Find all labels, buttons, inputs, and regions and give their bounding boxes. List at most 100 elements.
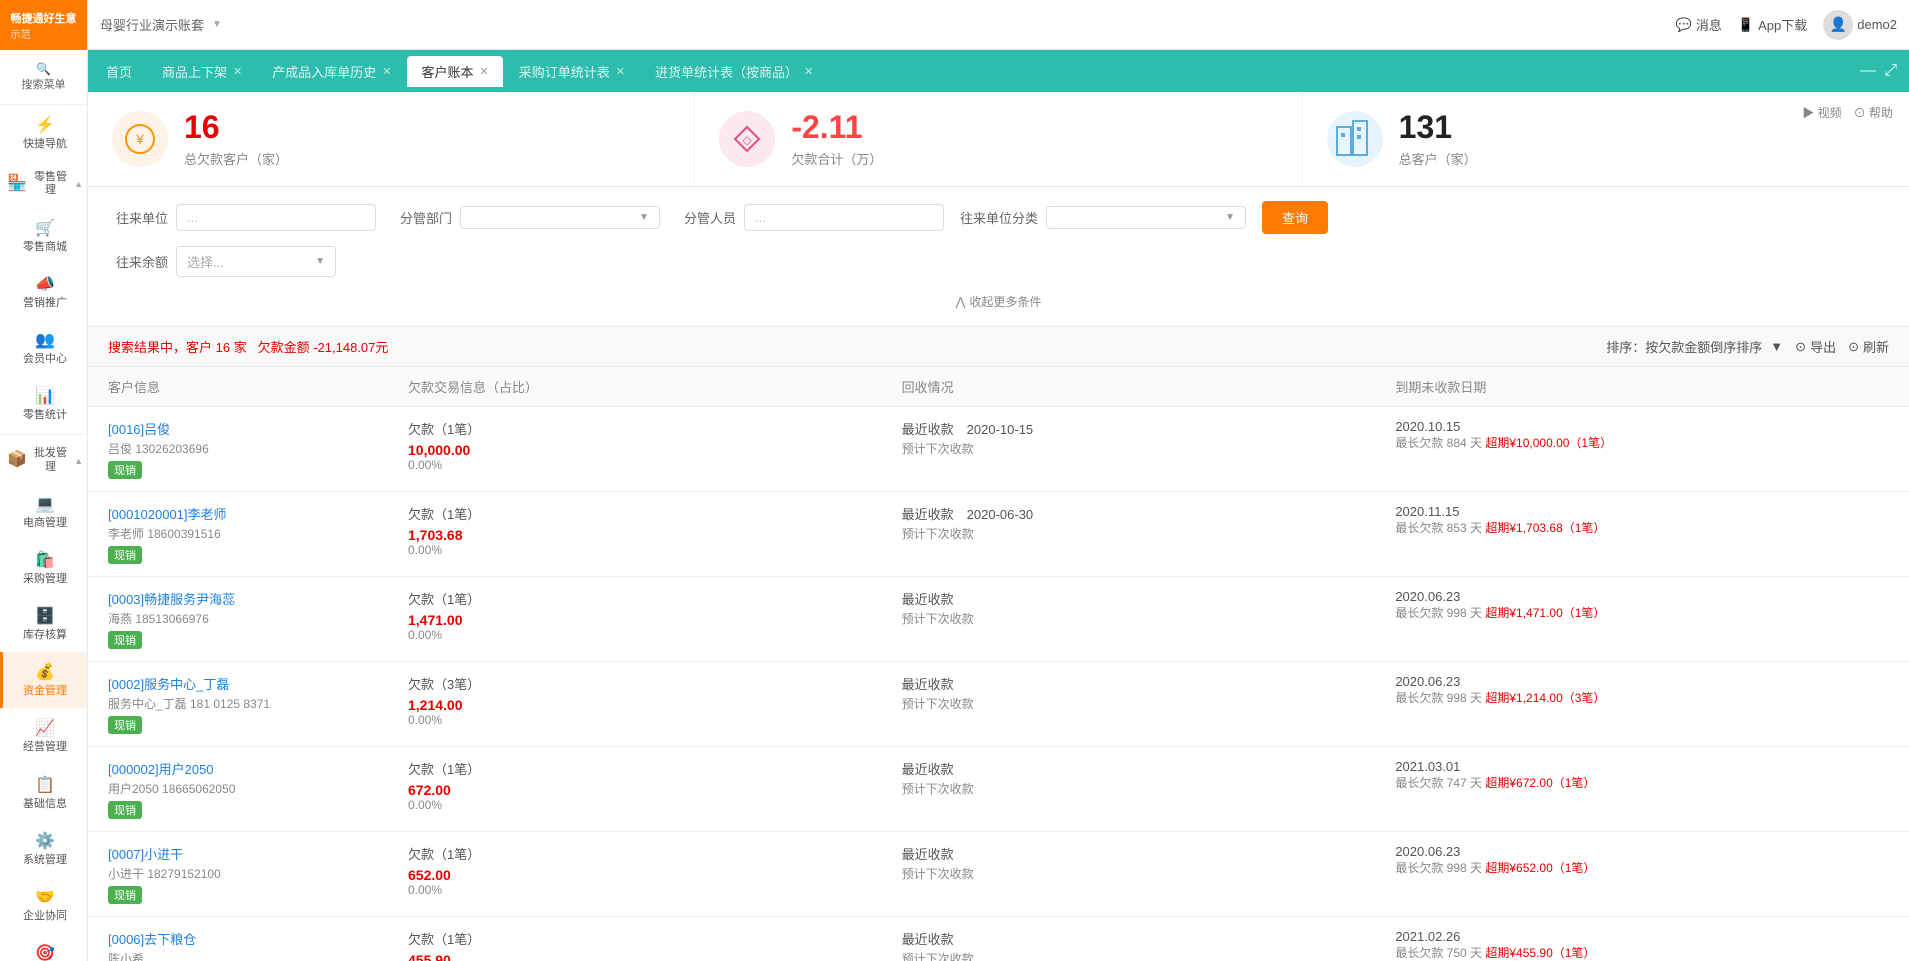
purchase-icon: 🛍️ — [35, 550, 55, 570]
customer-name-link-4[interactable]: [000002]用户2050 — [108, 762, 214, 777]
tab-product-history[interactable]: 产成品入库单历史 ✕ — [258, 56, 405, 87]
overdue-amount-1[interactable]: 超期¥1,703.68（1笔） — [1485, 521, 1605, 535]
sidebar-item-retail-mgmt[interactable]: 🏪 零售管理 ▲ — [0, 161, 87, 207]
search-menu-button[interactable]: 🔍 搜索菜单 — [6, 58, 81, 96]
overdue-amount-0[interactable]: 超期¥10,000.00（1笔） — [1485, 436, 1612, 450]
sidebar-item-ecommerce[interactable]: 💻 电商管理 — [0, 484, 87, 540]
marketing-label: 营销推广 — [23, 297, 67, 310]
tab-product-history-close[interactable]: ✕ — [382, 65, 391, 78]
sidebar-item-basic-info[interactable]: 📋 基础信息 — [0, 765, 87, 821]
sidebar-item-quick-nav[interactable]: ⚡ 快捷导航 — [0, 105, 87, 161]
sidebar-item-newbie[interactable]: 🎯 新手引导 — [0, 933, 87, 961]
customer-name-link-2[interactable]: [0003]畅捷服务尹海蕊 — [108, 592, 235, 607]
debt-info-cell-2: 欠款（1笔） 1,471.00 0.00% — [408, 589, 902, 642]
collapse-button[interactable]: ⋀ 收起更多条件 — [956, 293, 1042, 310]
supplier-input[interactable]: ... — [176, 204, 376, 231]
overdue-amount-6[interactable]: 超期¥455.90（1笔） — [1485, 946, 1595, 960]
manager-input[interactable]: ... — [744, 204, 944, 231]
tab-purchase-stats-close[interactable]: ✕ — [804, 65, 813, 78]
sidebar-item-operations[interactable]: 📈 经营管理 — [0, 708, 87, 764]
message-button[interactable]: 💬 消息 — [1676, 15, 1722, 34]
overdue-amount-3[interactable]: 超期¥1,214.00（3笔） — [1485, 691, 1605, 705]
customer-name-link-5[interactable]: [0007]小进干 — [108, 847, 183, 862]
next-payment-4: 预计下次收款 — [902, 780, 1396, 797]
refresh-button[interactable]: ⊙ 刷新 — [1848, 337, 1889, 356]
balance-dropdown[interactable]: 选择... ▼ — [176, 246, 336, 277]
due-date-cell-1: 2020.11.15 最长欠款 853 天 超期¥1,703.68（1笔） — [1395, 504, 1889, 536]
tab-product-shelf-label: 商品上下架 — [162, 62, 227, 81]
tab-home[interactable]: 首页 — [92, 56, 146, 87]
customer-phone-2: 海燕 18513066976 — [108, 610, 408, 627]
operations-label: 经营管理 — [23, 741, 67, 754]
category-dropdown[interactable]: ▼ — [1046, 206, 1246, 229]
debt-amount-0: 10,000.00 — [408, 442, 902, 458]
customer-name-link-3[interactable]: [0002]服务中心_丁磊 — [108, 677, 229, 692]
tab-product-history-label: 产成品入库单历史 — [272, 62, 376, 81]
debt-info-cell-0: 欠款（1笔） 10,000.00 0.00% — [408, 419, 902, 472]
purchase-label: 采购管理 — [23, 573, 67, 586]
tab-product-shelf[interactable]: 商品上下架 ✕ — [148, 56, 256, 87]
due-date-cell-3: 2020.06.23 最长欠款 998 天 超期¥1,214.00（3笔） — [1395, 674, 1889, 706]
overdue-amount-4[interactable]: 超期¥672.00（1笔） — [1485, 776, 1595, 790]
balance-filter: 往来余额 选择... ▼ — [108, 246, 336, 277]
supplier-label: 往来单位 — [108, 208, 168, 227]
th-debt-info: 欠款交易信息（占比） — [408, 377, 902, 396]
sidebar-search-area[interactable]: 🔍 搜索菜单 — [0, 50, 87, 105]
sidebar-item-member[interactable]: 👥 会员中心 — [0, 320, 87, 376]
tab-purchase-order[interactable]: 采购订单统计表 ✕ — [505, 56, 639, 87]
th-payment-status: 回收情况 — [902, 377, 1396, 396]
supplier-dots: ... — [187, 210, 198, 225]
tab-purchase-order-close[interactable]: ✕ — [616, 65, 625, 78]
debt-amount-number: -2.11 — [791, 110, 1277, 145]
due-date-cell-6: 2021.02.26 最长欠款 750 天 超期¥455.90（1笔） — [1395, 929, 1889, 961]
overdue-amount-2[interactable]: 超期¥1,471.00（1笔） — [1485, 606, 1605, 620]
overdue-amount-5[interactable]: 超期¥652.00（1笔） — [1485, 861, 1595, 875]
sidebar-item-batch-mgmt[interactable]: 📦 批发管理 ▲ — [0, 437, 87, 483]
brand-dropdown-icon[interactable]: ▼ — [212, 19, 222, 30]
customer-info-cell-2: [0003]畅捷服务尹海蕊 海燕 18513066976 现销 — [108, 589, 408, 649]
newbie-icon: 🎯 — [35, 943, 55, 961]
customer-phone-3: 服务中心_丁磊 181 0125 8371 — [108, 695, 408, 712]
sidebar-item-purchase[interactable]: 🛍️ 采购管理 — [0, 540, 87, 596]
customer-name-link-6[interactable]: [0006]去下粮仓 — [108, 932, 196, 947]
total-customers-icon — [1327, 111, 1383, 167]
main-content: ¥ 16 总欠款客户（家） ◇ -2.11 欠款合计（万） — [88, 92, 1909, 961]
sidebar-item-retail-mall[interactable]: 🛒 零售商城 — [0, 208, 87, 264]
sidebar-item-enterprise[interactable]: 🤝 企业协同 — [0, 877, 87, 933]
help-link[interactable]: ⊙ 帮助 — [1854, 104, 1893, 121]
debt-type-3: 欠款（3笔） — [408, 674, 902, 693]
payment-cell-0: 最近收款 2020-10-15 预计下次收款 — [902, 419, 1396, 457]
sidebar-item-system[interactable]: ⚙️ 系统管理 — [0, 821, 87, 877]
customer-name-link-0[interactable]: [0016]吕俊 — [108, 422, 170, 437]
tab-maximize-button[interactable]: ⤢ — [1884, 62, 1897, 80]
tab-minimize-button[interactable]: — — [1860, 62, 1876, 80]
avatar: 👤 — [1823, 10, 1853, 40]
query-button[interactable]: 查询 — [1262, 201, 1328, 234]
refresh-label: 刷新 — [1863, 337, 1889, 356]
stats-row: ¥ 16 总欠款客户（家） ◇ -2.11 欠款合计（万） — [88, 92, 1909, 187]
dept-dropdown[interactable]: ▼ — [460, 206, 660, 229]
tab-purchase-stats[interactable]: 进货单统计表（按商品） ✕ — [641, 56, 827, 87]
debt-info-cell-3: 欠款（3笔） 1,214.00 0.00% — [408, 674, 902, 727]
phone-icon: 📱 — [1738, 17, 1754, 33]
user-avatar-area[interactable]: 👤 demo2 — [1823, 10, 1897, 40]
sidebar-item-marketing[interactable]: 📣 营销推广 — [0, 264, 87, 320]
app-download-button[interactable]: 📱 App下载 — [1738, 15, 1807, 34]
tab-purchase-order-label: 采购订单统计表 — [519, 62, 610, 81]
tab-customer-account[interactable]: 客户账本 ✕ — [407, 56, 502, 87]
customer-name-link-1[interactable]: [0001020001]李老师 — [108, 507, 227, 522]
sidebar-item-retail-stats[interactable]: 📊 零售统计 — [0, 376, 87, 432]
sidebar-item-inventory[interactable]: 🗄️ 库存核算 — [0, 596, 87, 652]
retail-mall-icon: 🛒 — [35, 218, 55, 238]
sidebar-item-finance[interactable]: 💰 资金管理 — [0, 652, 87, 708]
customer-phone-1: 李老师 18600391516 — [108, 525, 408, 542]
tab-customer-account-close[interactable]: ✕ — [480, 65, 489, 78]
enterprise-label: 企业协同 — [23, 910, 67, 923]
sort-selector[interactable]: 排序：按欠款金额倒序排序 ▼ — [1606, 337, 1783, 356]
export-button[interactable]: ⊙ 导出 — [1795, 337, 1836, 356]
customer-info-cell-6: [0006]去下粮仓 陈小希 现销 — [108, 929, 408, 961]
customer-phone-4: 用户2050 18665062050 — [108, 780, 408, 797]
tab-product-shelf-close[interactable]: ✕ — [233, 65, 242, 78]
debt-customers-number: 16 — [184, 110, 670, 145]
video-link[interactable]: ▶ 视频 — [1802, 104, 1841, 121]
